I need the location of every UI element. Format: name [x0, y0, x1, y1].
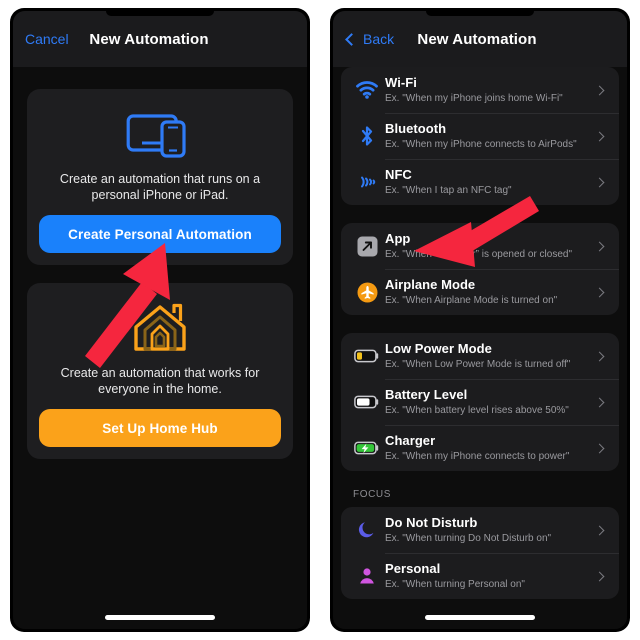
right-navigation-bar: Back New Automation — [333, 11, 627, 67]
notch — [426, 11, 534, 16]
list-item-app[interactable]: App Ex. "When “Weather” is opened or clo… — [341, 223, 619, 269]
trigger-group-power: Low Power Mode Ex. "When Low Power Mode … — [341, 333, 619, 471]
list-item-title: Battery Level — [385, 386, 468, 402]
list-item-text: Do Not Disturb Ex. "When turning Do Not … — [385, 515, 596, 546]
list-item-title: Low Power Mode — [385, 340, 492, 356]
list-item-subtitle: Ex. "When my iPhone connects to AirPods" — [385, 138, 577, 150]
nfc-icon — [349, 172, 385, 192]
list-item-title: Do Not Disturb — [385, 514, 478, 530]
chevron-right-icon — [594, 85, 605, 95]
chevron-right-icon — [594, 287, 605, 297]
list-item-text: Wi-Fi Ex. "When my iPhone joins home Wi-… — [385, 75, 596, 106]
chevron-right-icon — [594, 525, 605, 535]
notch — [106, 11, 214, 16]
list-item-title: Charger — [385, 432, 436, 448]
home-hub-card: Create an automation that works for ever… — [27, 283, 293, 459]
list-item-text: Low Power Mode Ex. "When Low Power Mode … — [385, 341, 596, 372]
cancel-label: Cancel — [25, 31, 69, 47]
list-item-personal[interactable]: Personal Ex. "When turning Personal on" — [341, 553, 619, 599]
chevron-right-icon — [594, 397, 605, 407]
chevron-right-icon — [594, 443, 605, 453]
right-phone-screen: Back New Automation Wi-Fi Ex. "When my i… — [333, 11, 627, 629]
list-item-text: App Ex. "When “Weather” is opened or clo… — [385, 231, 596, 262]
right-phone-screenshot: Back New Automation Wi-Fi Ex. "When my i… — [330, 8, 630, 632]
list-item-title: App — [385, 230, 411, 246]
list-item-wifi[interactable]: Wi-Fi Ex. "When my iPhone joins home Wi-… — [341, 67, 619, 113]
airplane-mode-icon — [349, 282, 385, 303]
home-indicator — [105, 615, 215, 620]
list-item-title: Wi-Fi — [385, 74, 417, 90]
bluetooth-icon — [349, 125, 385, 147]
list-item-subtitle: Ex. "When my iPhone connects to power" — [385, 450, 570, 462]
personal-card-description: Create an automation that runs on a pers… — [59, 172, 261, 202]
home-card-description: Create an automation that works for ever… — [60, 366, 260, 396]
list-item-text: Airplane Mode Ex. "When Airplane Mode is… — [385, 277, 596, 308]
list-item-battery-level[interactable]: Battery Level Ex. "When battery level ri… — [341, 379, 619, 425]
list-item-title: Personal — [385, 560, 441, 576]
list-item-subtitle: Ex. "When battery level rises above 50%" — [385, 404, 569, 416]
chevron-right-icon — [594, 131, 605, 141]
wifi-icon — [349, 81, 385, 99]
back-label: Back — [363, 31, 395, 47]
list-item-text: Battery Level Ex. "When battery level ri… — [385, 387, 596, 418]
list-item-subtitle: Ex. "When turning Do Not Disturb on" — [385, 532, 552, 544]
chevron-right-icon — [594, 241, 605, 251]
list-item-subtitle: Ex. "When Airplane Mode is turned on" — [385, 294, 558, 306]
list-item-title: Airplane Mode — [385, 276, 476, 292]
list-item-subtitle: Ex. "When turning Personal on" — [385, 578, 525, 590]
list-item-do-not-disturb[interactable]: Do Not Disturb Ex. "When turning Do Not … — [341, 507, 619, 553]
trigger-group-focus: Do Not Disturb Ex. "When turning Do Not … — [341, 507, 619, 599]
personal-automation-card: Create an automation that runs on a pers… — [27, 89, 293, 265]
chevron-right-icon — [594, 351, 605, 361]
list-item-subtitle: Ex. "When my iPhone joins home Wi-Fi" — [385, 92, 563, 104]
list-item-subtitle: Ex. "When I tap an NFC tag" — [385, 184, 512, 196]
app-arrow-icon — [349, 236, 385, 257]
house-icon — [39, 299, 281, 357]
create-personal-automation-button[interactable]: Create Personal Automation — [39, 215, 281, 253]
trigger-list[interactable]: Wi-Fi Ex. "When my iPhone joins home Wi-… — [333, 67, 627, 629]
home-indicator — [425, 615, 535, 620]
list-item-charger[interactable]: Charger Ex. "When my iPhone connects to … — [341, 425, 619, 471]
list-item-airplane-mode[interactable]: Airplane Mode Ex. "When Airplane Mode is… — [341, 269, 619, 315]
section-header-focus: FOCUS — [353, 489, 391, 500]
battery-level-icon — [349, 395, 385, 409]
chevron-right-icon — [594, 571, 605, 581]
list-item-bluetooth[interactable]: Bluetooth Ex. "When my iPhone connects t… — [341, 113, 619, 159]
screenshot-stage: Cancel New Automation Create an automati… — [0, 0, 640, 640]
list-item-text: Charger Ex. "When my iPhone connects to … — [385, 433, 596, 464]
left-navigation-bar: Cancel New Automation — [13, 11, 307, 67]
list-item-subtitle: Ex. "When “Weather” is opened or closed" — [385, 248, 573, 260]
charger-battery-icon — [349, 441, 385, 455]
person-icon — [349, 566, 385, 586]
list-item-text: Personal Ex. "When turning Personal on" — [385, 561, 596, 592]
chevron-left-icon — [345, 32, 358, 46]
left-phone-screenshot: Cancel New Automation Create an automati… — [10, 8, 310, 632]
low-power-battery-icon — [349, 349, 385, 363]
list-item-nfc[interactable]: NFC Ex. "When I tap an NFC tag" — [341, 159, 619, 205]
list-item-subtitle: Ex. "When Low Power Mode is turned off" — [385, 358, 571, 370]
devices-ipad-iphone-icon — [39, 105, 281, 163]
moon-icon — [349, 520, 385, 540]
left-content: Create an automation that runs on a pers… — [13, 67, 307, 629]
list-item-text: Bluetooth Ex. "When my iPhone connects t… — [385, 121, 596, 152]
set-up-home-hub-button[interactable]: Set Up Home Hub — [39, 409, 281, 447]
left-phone-screen: Cancel New Automation Create an automati… — [13, 11, 307, 629]
back-button[interactable]: Back — [345, 31, 394, 47]
chevron-right-icon — [594, 177, 605, 187]
trigger-group-connectivity: Wi-Fi Ex. "When my iPhone joins home Wi-… — [341, 67, 619, 205]
list-item-text: NFC Ex. "When I tap an NFC tag" — [385, 167, 596, 198]
list-item-low-power-mode[interactable]: Low Power Mode Ex. "When Low Power Mode … — [341, 333, 619, 379]
trigger-group-app: App Ex. "When “Weather” is opened or clo… — [341, 223, 619, 315]
list-item-title: Bluetooth — [385, 120, 447, 136]
cancel-button[interactable]: Cancel — [25, 31, 69, 47]
list-item-title: NFC — [385, 166, 412, 182]
